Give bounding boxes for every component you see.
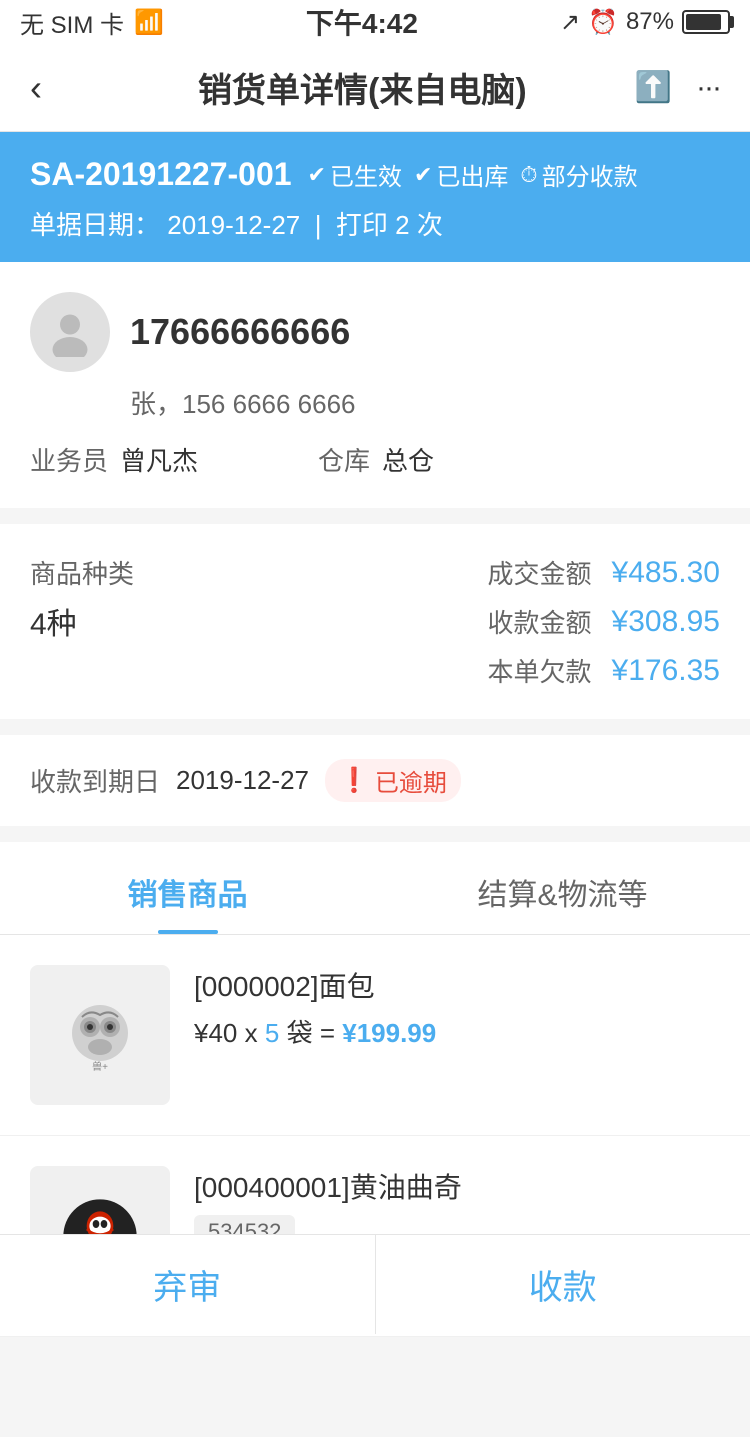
due-section: 收款到期日 2019-12-27 ❗ 已逾期 <box>0 735 750 826</box>
product-name-2: [000400001]黄油曲奇 <box>194 1166 720 1206</box>
wifi-icon: 📶 <box>134 8 164 37</box>
product-thumb-1: 兽+ <box>30 965 170 1105</box>
salesperson-value: 曾凡杰 <box>120 441 198 478</box>
cancel-button[interactable]: 弃审 <box>0 1235 376 1334</box>
customer-meta: 业务员 曾凡杰 仓库 总仓 <box>30 441 720 478</box>
tabs: 销售商品 结算&物流等 <box>0 842 750 935</box>
badge-active: ✔ 已生效 <box>308 157 402 192</box>
bottom-bar: 弃审 收款 <box>0 1234 750 1334</box>
date-line: 单据日期： 2019-12-27 | 打印 2 次 <box>30 205 720 242</box>
product-item: 兽+ [0000002]面包 ¥40 x 5 袋 = ¥199.99 <box>0 935 750 1136</box>
svg-text:兽+: 兽+ <box>92 1060 108 1073</box>
battery-fill <box>686 14 721 30</box>
debt-label: 本单欠款 <box>488 652 592 689</box>
confirm-button[interactable]: 收款 <box>376 1235 750 1334</box>
status-left: 无 SIM 卡 📶 <box>20 5 164 40</box>
order-number: SA-20191227-001 <box>30 156 292 193</box>
due-label: 收款到期日 <box>30 762 160 799</box>
overdue-badge: ❗ 已逾期 <box>325 759 461 802</box>
order-row: SA-20191227-001 ✔ 已生效 ✔ 已出库 ⏱ 部分收款 <box>30 156 720 193</box>
debt-value: ¥176.35 <box>612 654 720 688</box>
customer-name: 17666666666 <box>130 311 350 353</box>
overdue-icon: ❗ <box>339 766 369 795</box>
stats-right: 成交金额 ¥485.30 收款金额 ¥308.95 本单欠款 ¥176.35 <box>488 554 720 689</box>
salesperson-meta: 业务员 曾凡杰 <box>30 441 198 478</box>
received-row: 收款金额 ¥308.95 <box>488 603 720 640</box>
overdue-text: 已逾期 <box>375 763 447 798</box>
status-badges: ✔ 已生效 ✔ 已出库 ⏱ 部分收款 <box>308 157 638 192</box>
received-value: ¥308.95 <box>612 605 720 639</box>
received-label: 收款金额 <box>488 603 592 640</box>
status-time: 下午4:42 <box>306 2 418 42</box>
nav-actions: ⬆️ ··· <box>635 70 720 105</box>
check-icon-1: ✔ <box>308 162 326 188</box>
amount-row: 成交金额 ¥485.30 <box>488 554 720 591</box>
tab-settlement[interactable]: 结算&物流等 <box>375 842 750 934</box>
badge-partial: ⏱ 部分收款 <box>520 157 637 192</box>
location-icon: ↗ <box>560 8 580 37</box>
amount-value: ¥485.30 <box>612 556 720 590</box>
stats-section: 商品种类 4种 成交金额 ¥485.30 收款金额 ¥308.95 本单欠款 ¥… <box>0 524 750 719</box>
customer-sub: 张，156 6666 6666 <box>30 384 720 421</box>
category-value: 4种 <box>30 599 134 643</box>
due-date: 2019-12-27 <box>176 765 309 796</box>
clock-icon: ⏱ <box>520 162 537 188</box>
nav-bar: ‹ 销货单详情(来自电脑) ⬆️ ··· <box>0 44 750 132</box>
product-info-1: [0000002]面包 ¥40 x 5 袋 = ¥199.99 <box>194 965 720 1105</box>
product-price-1: ¥40 x 5 袋 = ¥199.99 <box>194 1013 720 1050</box>
avatar <box>30 292 110 372</box>
header-banner: SA-20191227-001 ✔ 已生效 ✔ 已出库 ⏱ 部分收款 单据日期：… <box>0 132 750 262</box>
alarm-icon: ⏰ <box>588 8 618 37</box>
product-name-1: [0000002]面包 <box>194 965 720 1005</box>
back-button[interactable]: ‹ <box>30 67 90 109</box>
share-icon[interactable]: ⬆️ <box>635 70 672 105</box>
customer-section: 17666666666 张，156 6666 6666 业务员 曾凡杰 仓库 总… <box>0 262 750 508</box>
stats-left: 商品种类 4种 <box>30 554 134 643</box>
amount-label: 成交金额 <box>488 554 592 591</box>
customer-row: 17666666666 <box>30 292 720 372</box>
warehouse-meta: 仓库 总仓 <box>318 441 434 478</box>
badge-shipped: ✔ 已出库 <box>414 157 508 192</box>
check-icon-2: ✔ <box>414 162 432 188</box>
more-icon[interactable]: ··· <box>696 71 720 105</box>
battery-icon <box>682 10 730 34</box>
category-label: 商品种类 <box>30 554 134 591</box>
status-bar: 无 SIM 卡 📶 下午4:42 ↗ ⏰ 87% <box>0 0 750 44</box>
status-right: ↗ ⏰ 87% <box>560 8 730 37</box>
tab-products[interactable]: 销售商品 <box>0 842 375 934</box>
warehouse-label: 仓库 <box>318 441 370 478</box>
battery-percent: 87% <box>626 8 674 36</box>
warehouse-value: 总仓 <box>382 441 434 478</box>
carrier-label: 无 SIM 卡 <box>20 5 124 40</box>
page-title: 销货单详情(来自电脑) <box>198 63 527 112</box>
salesperson-label: 业务员 <box>30 441 108 478</box>
debt-row: 本单欠款 ¥176.35 <box>488 652 720 689</box>
